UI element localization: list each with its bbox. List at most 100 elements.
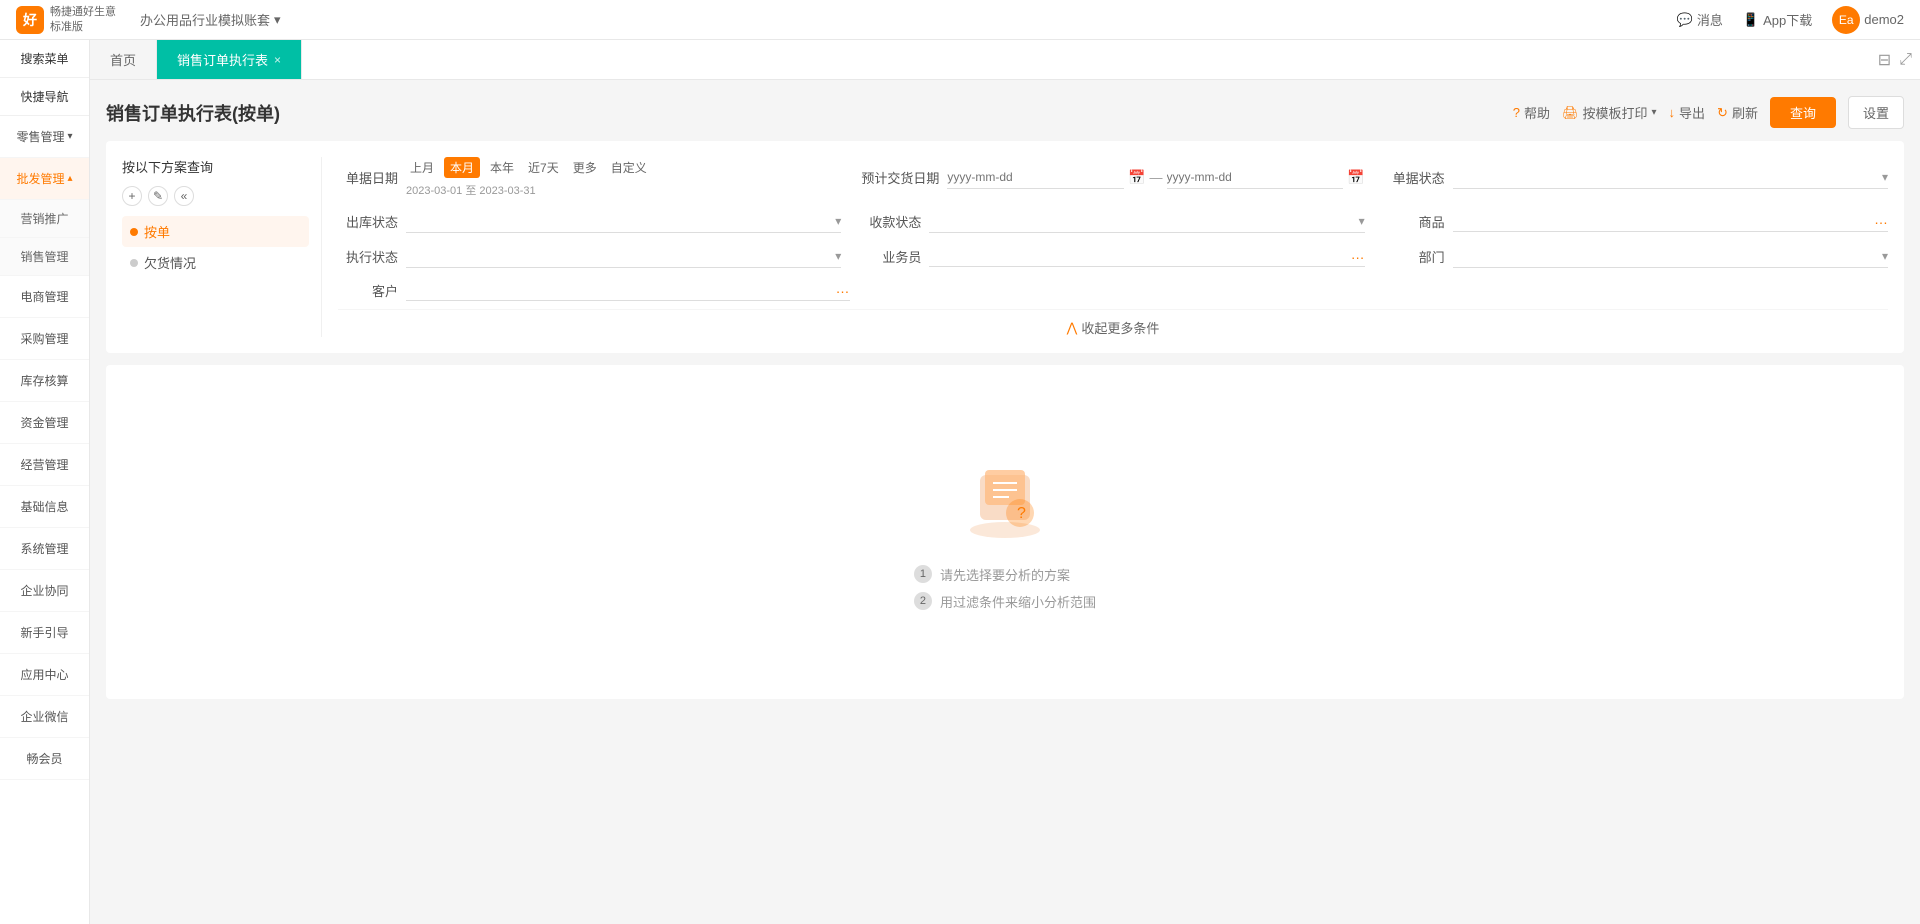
sidebar-sub-wholesale: 营销推广 销售管理 <box>0 200 89 276</box>
date-tab-this-month[interactable]: 本月 <box>444 157 480 178</box>
goods-field: 商品 … <box>1385 210 1888 233</box>
chevron-down-icon: ▾ <box>1359 214 1365 228</box>
sidebar-item-wholesale-label: 批发管理 <box>16 170 64 187</box>
collection-status-field: 收款状态 ▾ <box>861 210 1364 233</box>
calendar-end-icon[interactable]: 📅 <box>1347 169 1364 186</box>
sidebar-search[interactable]: 搜索菜单 <box>0 40 89 78</box>
sidebar-item-app-center[interactable]: 应用中心 <box>0 654 89 696</box>
top-bar-left: 好 畅捷通好生意 标准版 办公用品行业模拟账套 ▾ <box>16 5 281 34</box>
empty-tip-1: 1 请先选择要分析的方案 <box>914 565 1096 584</box>
chevron-down-icon: ▾ <box>67 131 72 142</box>
refresh-button[interactable]: ↻ 刷新 <box>1717 103 1758 122</box>
expected-date-label: 预计交货日期 <box>861 168 939 187</box>
tab-sales-execution[interactable]: 销售订单执行表 × <box>157 40 302 79</box>
sidebar-item-operation[interactable]: 经营管理 <box>0 444 89 486</box>
date-tab-last-month[interactable]: 上月 <box>406 157 438 178</box>
tab-home[interactable]: 首页 <box>90 40 157 79</box>
chevron-down-icon: ▾ <box>1882 249 1888 263</box>
sidebar-item-wholesale[interactable]: 批发管理 ▴ <box>0 158 89 200</box>
collapse-scheme-button[interactable]: « <box>174 186 194 206</box>
refresh-icon: ↻ <box>1717 105 1728 121</box>
dot-inactive-icon <box>130 259 138 267</box>
help-button[interactable]: ? 帮助 <box>1513 103 1550 122</box>
exec-status-field: 执行状态 ▾ <box>338 245 841 268</box>
tip-1-num: 1 <box>914 565 932 583</box>
sidebar-item-wechat[interactable]: 企业微信 <box>0 696 89 738</box>
outbound-status-select[interactable]: ▾ <box>406 210 841 233</box>
goods-more-icon[interactable]: … <box>1874 211 1888 227</box>
app-download-button[interactable]: 📱 App下载 <box>1743 10 1812 29</box>
filter-right: 单据日期 上月 本月 本年 近7天 更多 自定义 <box>322 157 1888 337</box>
tab-home-label: 首页 <box>110 50 136 69</box>
window-minimize-icon[interactable]: ⊟ <box>1878 50 1891 70</box>
sidebar: 搜索菜单 快捷导航 零售管理 ▾ 批发管理 ▴ 营销推广 销售管理 电商管理 采… <box>0 40 90 924</box>
filter-row-2: 出库状态 ▾ 收款状态 ▾ <box>338 210 1888 233</box>
sidebar-item-inventory[interactable]: 库存核算 <box>0 360 89 402</box>
customer-label: 客户 <box>338 281 398 300</box>
tab-bar: 首页 销售订单执行表 × ⊟ ⤢ <box>90 40 1920 80</box>
sidebar-item-cooperation[interactable]: 企业协同 <box>0 570 89 612</box>
expected-date-end-input[interactable] <box>1167 166 1344 189</box>
sidebar-item-sales[interactable]: 销售管理 <box>0 238 89 276</box>
printer-icon: 🖨 <box>1562 105 1579 121</box>
sidebar-item-system[interactable]: 系统管理 <box>0 528 89 570</box>
sidebar-item-member[interactable]: 畅会员 <box>0 738 89 780</box>
settings-button[interactable]: 设置 <box>1848 96 1904 129</box>
dept-select[interactable]: ▾ <box>1453 245 1888 268</box>
chevron-down-icon: ▾ <box>835 214 841 228</box>
customer-more-icon[interactable]: … <box>836 280 850 296</box>
collection-status-select[interactable]: ▾ <box>929 210 1364 233</box>
empty-state: ? 1 请先选择要分析的方案 2 用过滤条件来缩小分析范围 <box>106 365 1904 699</box>
salesperson-field: 业务员 … <box>861 245 1364 268</box>
dept-label: 部门 <box>1385 247 1445 266</box>
filter-left-title: 按以下方案查询 <box>122 157 309 176</box>
salesperson-more-icon[interactable]: … <box>1351 246 1365 262</box>
window-expand-icon[interactable]: ⤢ <box>1899 51 1912 69</box>
salesperson-label: 业务员 <box>861 247 921 266</box>
filter-left: 按以下方案查询 + ✎ « 按单 欠货情况 <box>122 157 322 337</box>
calendar-start-icon[interactable]: 📅 <box>1128 169 1145 186</box>
empty-tips: 1 请先选择要分析的方案 2 用过滤条件来缩小分析范围 <box>914 565 1096 619</box>
avatar: Ea <box>1832 6 1860 34</box>
tab-close-icon[interactable]: × <box>274 53 281 67</box>
bill-status-label: 单据状态 <box>1385 168 1445 187</box>
date-tabs: 上月 本月 本年 近7天 更多 自定义 <box>406 157 841 178</box>
expected-date-range: 📅 — 📅 <box>947 166 1364 189</box>
bill-status-select[interactable]: ▾ <box>1453 166 1888 189</box>
customer-field: 客户 … <box>338 280 850 301</box>
sidebar-item-retail[interactable]: 零售管理 ▾ <box>0 116 89 158</box>
goods-label: 商品 <box>1385 212 1445 231</box>
add-scheme-button[interactable]: + <box>122 186 142 206</box>
filter-option-by-order[interactable]: 按单 <box>122 216 309 247</box>
date-tab-custom[interactable]: 自定义 <box>607 157 651 178</box>
exec-status-select[interactable]: ▾ <box>406 245 841 268</box>
sidebar-item-basic[interactable]: 基础信息 <box>0 486 89 528</box>
collapse-button[interactable]: ⋀ 收起更多条件 <box>1067 318 1160 337</box>
edit-scheme-button[interactable]: ✎ <box>148 186 168 206</box>
company-select[interactable]: 办公用品行业模拟账套 ▾ <box>140 10 281 29</box>
messages-button[interactable]: 💬 消息 <box>1677 10 1723 29</box>
sidebar-quicknav[interactable]: 快捷导航 <box>0 78 89 116</box>
sidebar-item-newbie[interactable]: 新手引导 <box>0 612 89 654</box>
sidebar-item-purchase[interactable]: 采购管理 <box>0 318 89 360</box>
outbound-status-label: 出库状态 <box>338 212 398 231</box>
date-tab-last-7-days[interactable]: 近7天 <box>524 157 563 178</box>
query-button[interactable]: 查询 <box>1770 97 1836 128</box>
date-tab-this-year[interactable]: 本年 <box>486 157 518 178</box>
date-range-text: 2023-03-01 至 2023-03-31 <box>406 182 841 198</box>
export-button[interactable]: ↓ 导出 <box>1669 103 1706 122</box>
sidebar-item-marketing[interactable]: 营销推广 <box>0 200 89 238</box>
top-bar: 好 畅捷通好生意 标准版 办公用品行业模拟账套 ▾ 💬 消息 📱 App下载 E… <box>0 0 1920 40</box>
dot-active-icon <box>130 228 138 236</box>
filter-area: 按以下方案查询 + ✎ « 按单 欠货情况 <box>106 141 1904 353</box>
expected-date-start-input[interactable] <box>947 166 1124 189</box>
sidebar-item-ecommerce[interactable]: 电商管理 <box>0 276 89 318</box>
user-menu[interactable]: Ea demo2 <box>1832 6 1904 34</box>
content-area: 首页 销售订单执行表 × ⊟ ⤢ 销售订单执行表(按单) ? 帮助 <box>90 40 1920 924</box>
date-tab-more[interactable]: 更多 <box>569 157 601 178</box>
top-bar-right: 💬 消息 📱 App下载 Ea demo2 <box>1677 6 1904 34</box>
filter-section: 按以下方案查询 + ✎ « 按单 欠货情况 <box>122 157 1888 337</box>
sidebar-item-finance[interactable]: 资金管理 <box>0 402 89 444</box>
print-button[interactable]: 🖨 按模板打印 ▾ <box>1562 103 1657 122</box>
filter-option-by-debt[interactable]: 欠货情况 <box>122 247 309 278</box>
